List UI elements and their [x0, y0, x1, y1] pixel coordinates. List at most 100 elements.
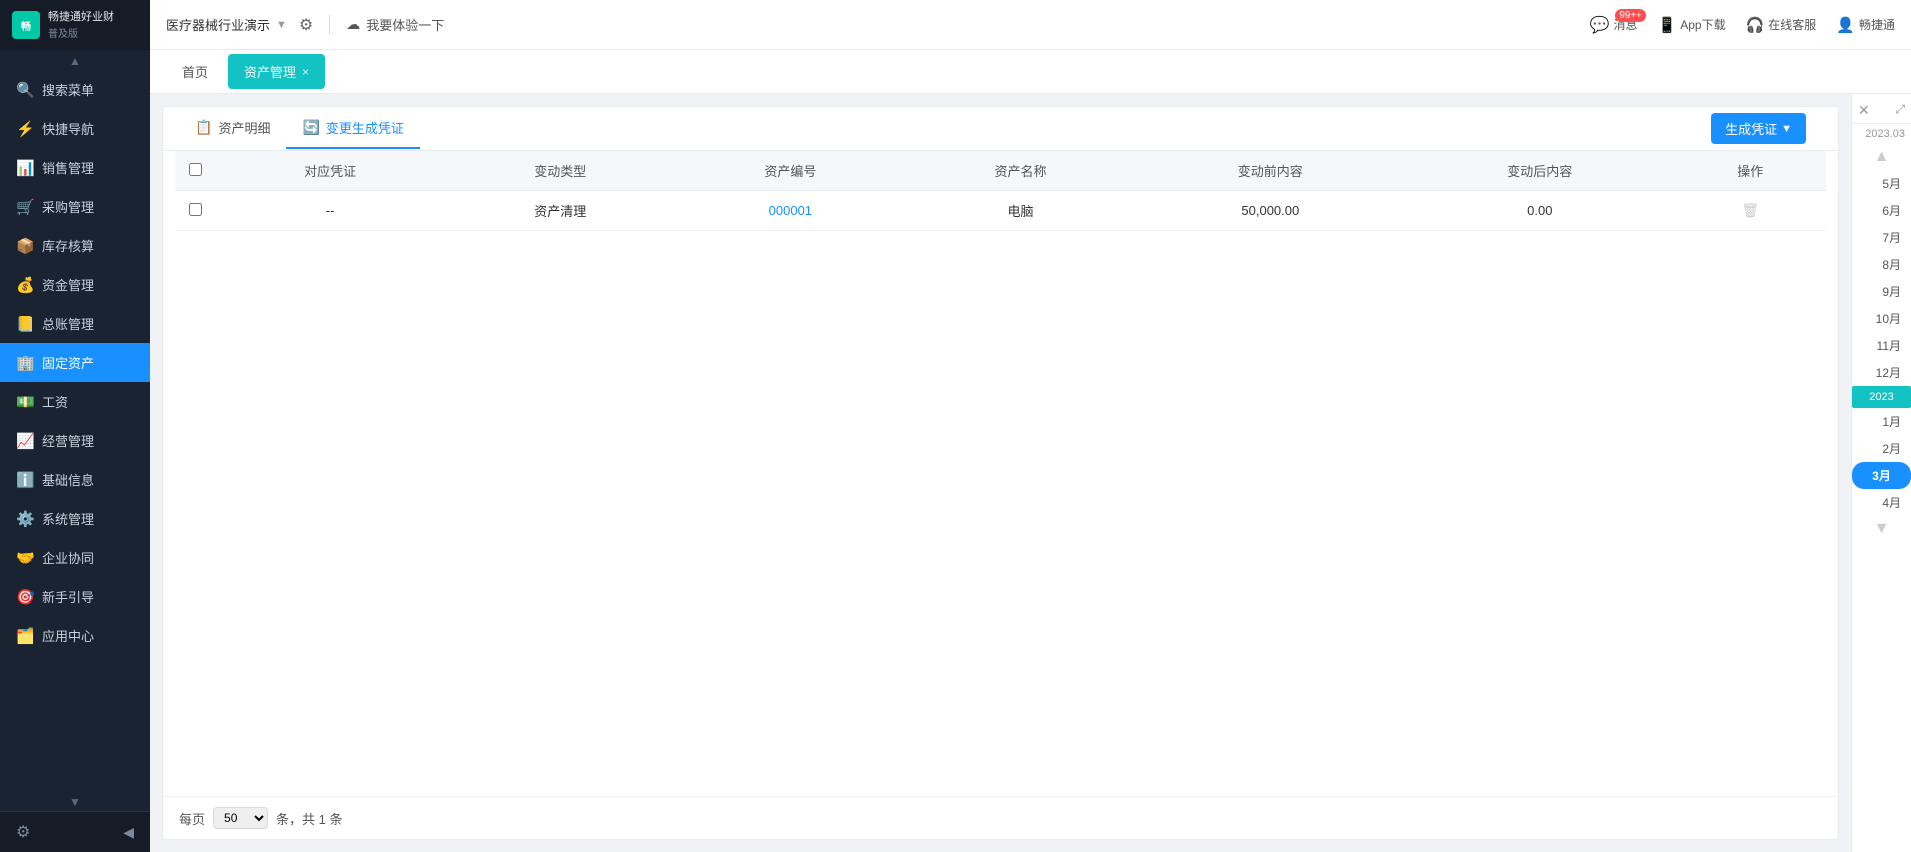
table-wrap: 对应凭证 变动类型 资产编号 资产名称 变动前内容 变动后内容 操作 --: [163, 151, 1838, 796]
operations-icon: 📈: [16, 432, 34, 450]
month-6[interactable]: 6月: [1852, 197, 1911, 224]
scroll-up-icon[interactable]: ▲: [69, 54, 81, 66]
sidebar-item-fixed-assets[interactable]: 🏢 固定资产: [0, 343, 150, 382]
month-4[interactable]: 4月: [1852, 489, 1911, 516]
sidebar-item-inventory[interactable]: 📦 库存核算: [0, 226, 150, 265]
year-period-label: 2023.03: [1852, 124, 1911, 144]
tab-close-icon[interactable]: ×: [302, 65, 309, 79]
topbar: 医疗器械行业演示 ▼ ⚙ ☁ 我要体验一下 💬 消息 99++ 📱 App下载 …: [150, 0, 1911, 50]
table-row: -- 资产清理 000001 电脑 50,000.00 0.00 🗑: [175, 191, 1826, 231]
sidebar-item-search[interactable]: 🔍 搜索菜单: [0, 70, 150, 109]
user-menu-btn[interactable]: 👤 畅捷通: [1836, 16, 1895, 34]
sub-tab-asset-list[interactable]: 📋 资产明细: [179, 108, 286, 149]
divider: [329, 15, 330, 35]
sub-tab-asset-list-label: 资产明细: [218, 118, 270, 137]
customer-service-label: 在线客服: [1768, 16, 1816, 33]
sidebar-item-label: 快捷导航: [42, 119, 94, 138]
topbar-right: 💬 消息 99++ 📱 App下载 🎧 在线客服 👤 畅捷通: [1590, 15, 1895, 35]
year-2023-badge[interactable]: 2023: [1852, 386, 1911, 408]
generate-voucher-button[interactable]: 生成凭证 ▼: [1711, 113, 1806, 144]
row-checkbox[interactable]: [189, 203, 202, 216]
pagination: 每页 50 10 20 100 条，共 1 条: [163, 796, 1838, 839]
sidebar-item-label: 库存核算: [42, 236, 94, 255]
sidebar-nav: 🔍 搜索菜单 ⚡ 快捷导航 📊 销售管理 🛒 采购管理 📦 库存核算 💰 资金管…: [0, 70, 150, 791]
sub-tab-change-voucher-label: 变更生成凭证: [326, 118, 404, 137]
delete-icon[interactable]: 🗑: [1741, 202, 1759, 218]
col-action: 操作: [1675, 151, 1826, 191]
app-center-icon: 🗂️: [16, 627, 34, 645]
col-change-type: 变动类型: [445, 151, 675, 191]
sidebar-item-operations[interactable]: 📈 经营管理: [0, 421, 150, 460]
main-content: 医疗器械行业演示 ▼ ⚙ ☁ 我要体验一下 💬 消息 99++ 📱 App下载 …: [150, 0, 1911, 852]
sub-tab-change-voucher[interactable]: 🔄 变更生成凭证: [286, 108, 419, 149]
month-12[interactable]: 12月: [1852, 359, 1911, 386]
sidebar-item-payroll[interactable]: 💵 工资: [0, 382, 150, 421]
row-after-content: 0.00: [1405, 191, 1675, 231]
month-10[interactable]: 10月: [1852, 305, 1911, 332]
sidebar-item-label: 工资: [42, 392, 68, 411]
content-main: 📋 资产明细 🔄 变更生成凭证 生成凭证 ▼: [162, 106, 1839, 840]
ledger-icon: 📒: [16, 315, 34, 333]
sidebar-item-label: 应用中心: [42, 626, 94, 645]
month-scroll-down[interactable]: ▼: [1852, 516, 1911, 542]
sidebar-item-label: 新手引导: [42, 587, 94, 606]
customer-service-btn[interactable]: 🎧 在线客服: [1746, 16, 1817, 34]
month-5[interactable]: 5月: [1852, 170, 1911, 197]
sidebar-item-ledger[interactable]: 📒 总账管理: [0, 304, 150, 343]
row-asset-code[interactable]: 000001: [675, 191, 905, 231]
tab-home[interactable]: 首页: [166, 54, 224, 89]
sidebar-item-guide[interactable]: 🎯 新手引导: [0, 577, 150, 616]
month-scroll-up[interactable]: ▲: [1852, 144, 1911, 170]
tab-home-label: 首页: [182, 65, 208, 80]
funds-icon: 💰: [16, 276, 34, 294]
table-toolbar: 生成凭证 ▼: [1695, 106, 1822, 154]
app-edition: 普及版: [48, 25, 114, 40]
select-all-checkbox[interactable]: [189, 163, 202, 176]
basic-info-icon: ℹ️: [16, 471, 34, 489]
sidebar-item-app-center[interactable]: 🗂️ 应用中心: [0, 616, 150, 655]
sidebar-item-quick-nav[interactable]: ⚡ 快捷导航: [0, 109, 150, 148]
month-3-current[interactable]: 3月: [1852, 462, 1911, 489]
sidebar-item-system[interactable]: ⚙️ 系统管理: [0, 499, 150, 538]
settings-gear-icon[interactable]: ⚙: [299, 15, 313, 35]
month-7[interactable]: 7月: [1852, 224, 1911, 251]
experience-btn[interactable]: ☁ 我要体验一下: [346, 15, 444, 34]
inventory-icon: 📦: [16, 237, 34, 255]
sidebar-item-sales[interactable]: 📊 销售管理: [0, 148, 150, 187]
message-icon: 💬: [1590, 15, 1610, 35]
right-panel-close-icon[interactable]: ✕: [1858, 102, 1870, 119]
month-1[interactable]: 1月: [1852, 408, 1911, 435]
sidebar-footer: ⚙ ◀: [0, 811, 150, 852]
col-asset-code: 资产编号: [675, 151, 905, 191]
system-icon: ⚙️: [16, 510, 34, 528]
col-asset-name: 资产名称: [905, 151, 1135, 191]
month-9[interactable]: 9月: [1852, 278, 1911, 305]
sidebar-item-label: 固定资产: [42, 353, 94, 372]
app-download-btn[interactable]: 📱 App下载: [1658, 16, 1726, 34]
quick-nav-icon: ⚡: [16, 120, 34, 138]
collapse-icon[interactable]: ◀: [123, 824, 134, 841]
change-voucher-icon: 🔄: [302, 119, 319, 136]
settings-icon[interactable]: ⚙: [16, 822, 30, 842]
sidebar: 畅 畅捷通好业财 普及版 ▲ 🔍 搜索菜单 ⚡ 快捷导航 📊 销售管理 🛒 采购…: [0, 0, 150, 852]
tab-asset-management[interactable]: 资产管理 ×: [228, 54, 325, 89]
purchase-icon: 🛒: [16, 198, 34, 216]
sidebar-item-label: 系统管理: [42, 509, 94, 528]
message-btn[interactable]: 💬 消息 99++: [1590, 15, 1638, 35]
per-page-select[interactable]: 50 10 20 100: [213, 807, 268, 829]
sidebar-item-purchase[interactable]: 🛒 采购管理: [0, 187, 150, 226]
scroll-down-icon[interactable]: ▼: [69, 795, 81, 807]
sidebar-item-funds[interactable]: 💰 资金管理: [0, 265, 150, 304]
month-8[interactable]: 8月: [1852, 251, 1911, 278]
sidebar-item-label: 基础信息: [42, 470, 94, 489]
sidebar-item-basic-info[interactable]: ℹ️ 基础信息: [0, 460, 150, 499]
company-selector[interactable]: 医疗器械行业演示 ▼: [166, 15, 287, 34]
col-after-content: 变动后内容: [1405, 151, 1675, 191]
company-name: 医疗器械行业演示: [166, 15, 270, 34]
row-checkbox-cell: [175, 191, 215, 231]
logo-icon: 畅: [12, 11, 40, 39]
month-11[interactable]: 11月: [1852, 332, 1911, 359]
sidebar-item-enterprise[interactable]: 🤝 企业协同: [0, 538, 150, 577]
right-panel-expand-icon[interactable]: ⤢: [1895, 102, 1905, 119]
month-2[interactable]: 2月: [1852, 435, 1911, 462]
